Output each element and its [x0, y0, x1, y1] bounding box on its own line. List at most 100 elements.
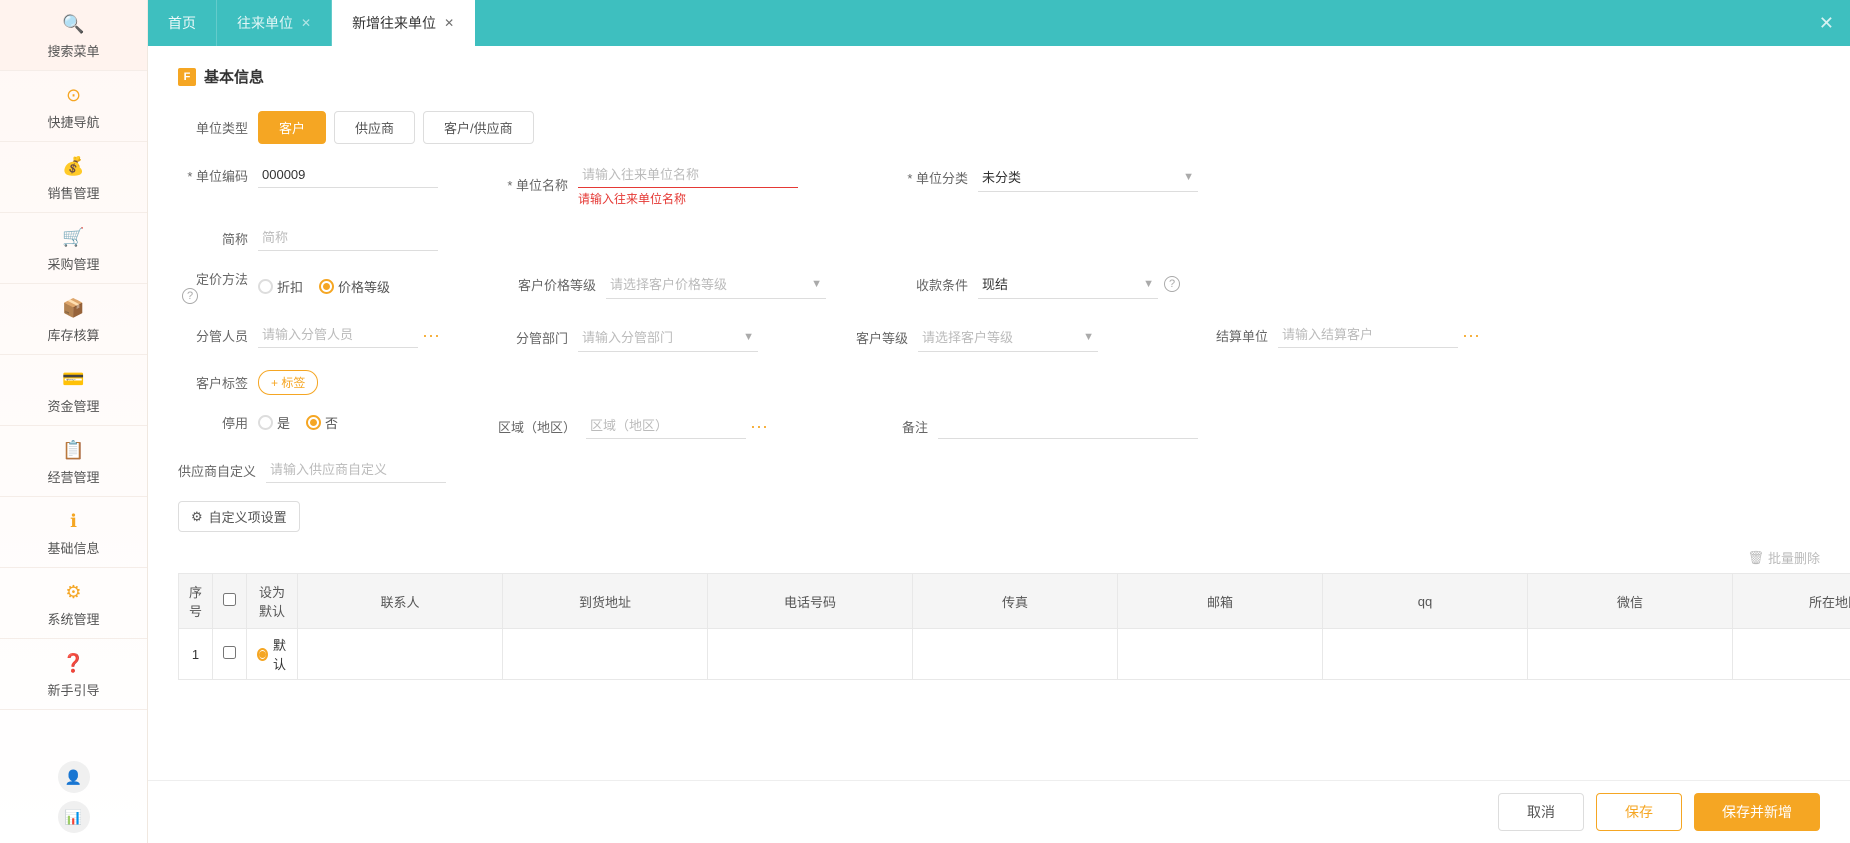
sidebar-item-quicknav[interactable]: ⊙ 快捷导航 — [0, 71, 147, 142]
cell-fax[interactable] — [913, 629, 1118, 680]
settlement-input[interactable] — [1278, 322, 1458, 348]
dept-select[interactable]: 请输入分管部门 ▼ — [578, 322, 758, 352]
system-icon: ⚙ — [65, 582, 81, 603]
save-button[interactable]: 保存 — [1596, 793, 1682, 831]
supplier-custom-input[interactable] — [266, 457, 446, 483]
qq-input[interactable] — [1333, 642, 1517, 667]
area-more-icon[interactable]: ··· — [746, 417, 772, 435]
select-all-checkbox[interactable] — [223, 593, 236, 606]
wechat-input[interactable] — [1538, 642, 1722, 667]
payment-value: 现结 — [982, 274, 1008, 293]
row-tag: 客户标签 + 标签 — [178, 370, 1820, 395]
tab-partner[interactable]: 往来单位 ✕ — [217, 0, 332, 46]
sidebar: 🔍 搜索菜单 ⊙ 快捷导航 💰 销售管理 🛒 采购管理 📦 库存核算 💳 资金管… — [0, 0, 148, 843]
radio-no[interactable]: 否 — [306, 413, 338, 432]
save-new-button[interactable]: 保存并新增 — [1694, 793, 1820, 831]
radio-discount[interactable]: 折扣 — [258, 277, 303, 296]
cell-address[interactable] — [503, 629, 708, 680]
phone-input[interactable] — [718, 642, 902, 667]
sidebar-item-label: 搜索菜单 — [47, 41, 99, 60]
sidebar-item-purchase[interactable]: 🛒 采购管理 — [0, 213, 147, 284]
col-area: 所在地区 — [1733, 574, 1850, 629]
sidebar-item-label: 基础信息 — [47, 538, 99, 557]
btn-supplier[interactable]: 供应商 — [334, 111, 415, 144]
area-table-input[interactable] — [1743, 642, 1850, 667]
col-default: 设为默认 — [247, 574, 298, 629]
customer-level-select[interactable]: 请选择客户等级 ▼ — [918, 322, 1098, 352]
fax-input[interactable] — [923, 642, 1107, 667]
sidebar-item-operations[interactable]: 📋 经营管理 — [0, 426, 147, 497]
contact-input[interactable] — [308, 642, 492, 667]
settlement-more-icon[interactable]: ··· — [1458, 326, 1484, 344]
custom-settings-btn[interactable]: ⚙ 自定义项设置 — [178, 501, 300, 532]
radio-price-level[interactable]: 价格等级 — [319, 277, 390, 296]
supplier-custom-label: 供应商自定义 — [178, 461, 266, 480]
cell-contact[interactable] — [298, 629, 503, 680]
sidebar-item-sales[interactable]: 💰 销售管理 — [0, 142, 147, 213]
section-title-label: 基本信息 — [204, 66, 264, 87]
area-label: 区域（地区） — [498, 417, 586, 436]
settings-bottom-icon[interactable]: 📊 — [58, 801, 90, 833]
note-label: 备注 — [858, 417, 938, 436]
address-input[interactable] — [513, 642, 697, 667]
disabled-radio-group: 是 否 — [258, 413, 338, 432]
cell-qq[interactable] — [1323, 629, 1528, 680]
tab-home[interactable]: 首页 — [148, 0, 217, 46]
btn-customer[interactable]: 客户 — [258, 111, 326, 144]
radio-no-circle — [306, 415, 321, 430]
sidebar-item-basic-info[interactable]: ℹ 基础信息 — [0, 497, 147, 568]
manager-input[interactable] — [258, 322, 418, 348]
btn-both[interactable]: 客户/供应商 — [423, 111, 534, 144]
tab-new-partner-close[interactable]: ✕ — [444, 16, 454, 30]
default-radio[interactable] — [257, 648, 268, 661]
customer-price-arrow: ▼ — [811, 278, 822, 290]
sidebar-item-label: 新手引导 — [47, 680, 99, 699]
form-content: F 基本信息 单位类型 客户 供应商 客户/供应商 * 单位编码 — [148, 46, 1850, 780]
row-manager: 分管人员 ··· 分管部门 请输入分管部门 ▼ 客户等级 请选择客户等级 — [178, 322, 1820, 352]
row-checkbox[interactable] — [223, 646, 236, 659]
manager-more-icon[interactable]: ··· — [418, 326, 444, 344]
batch-delete-label[interactable]: 批量删除 — [1768, 548, 1820, 567]
customer-price-select[interactable]: 请选择客户价格等级 ▼ — [606, 269, 826, 299]
cancel-button[interactable]: 取消 — [1498, 793, 1584, 831]
email-input[interactable] — [1128, 642, 1312, 667]
col-fax: 传真 — [913, 574, 1118, 629]
note-input[interactable] — [938, 413, 1198, 439]
col-address: 到货地址 — [503, 574, 708, 629]
field-payment: 收款条件 现结 ▼ ? — [898, 269, 1278, 299]
sidebar-item-finance[interactable]: 💳 资金管理 — [0, 355, 147, 426]
radio-yes[interactable]: 是 — [258, 413, 290, 432]
payment-label: 收款条件 — [898, 275, 978, 294]
close-all-tabs[interactable]: ✕ — [1803, 0, 1850, 46]
disabled-label: 停用 — [178, 413, 258, 432]
user-avatar[interactable]: 👤 — [58, 761, 90, 793]
code-input[interactable] — [258, 162, 438, 188]
field-manager: 分管人员 ··· — [178, 322, 478, 348]
category-select[interactable]: 未分类 ▼ — [978, 162, 1198, 192]
sidebar-item-label: 资金管理 — [47, 396, 99, 415]
radio-yes-label: 是 — [277, 413, 290, 432]
sidebar-item-search[interactable]: 🔍 搜索菜单 — [0, 0, 147, 71]
default-label: 默认 — [272, 635, 287, 673]
cell-area[interactable] — [1733, 629, 1850, 680]
tab-new-partner[interactable]: 新增往来单位 ✕ — [332, 0, 475, 46]
cell-checkbox[interactable] — [213, 629, 247, 680]
sidebar-item-inventory[interactable]: 📦 库存核算 — [0, 284, 147, 355]
name-input[interactable] — [578, 162, 798, 188]
col-checkbox[interactable] — [213, 574, 247, 629]
payment-select[interactable]: 现结 ▼ — [978, 269, 1158, 299]
add-tag-btn[interactable]: + 标签 — [258, 370, 318, 395]
cell-phone[interactable] — [708, 629, 913, 680]
tab-partner-close[interactable]: ✕ — [301, 16, 311, 30]
customer-price-placeholder: 请选择客户价格等级 — [610, 274, 727, 293]
cell-email[interactable] — [1118, 629, 1323, 680]
cell-wechat[interactable] — [1528, 629, 1733, 680]
payment-help-icon[interactable]: ? — [1164, 276, 1180, 292]
operations-icon: 📋 — [62, 440, 84, 461]
sidebar-item-system[interactable]: ⚙ 系统管理 — [0, 568, 147, 639]
pricing-help-icon[interactable]: ? — [182, 288, 198, 304]
sidebar-item-guide[interactable]: ❓ 新手引导 — [0, 639, 147, 710]
abbr-input[interactable] — [258, 225, 438, 251]
sidebar-item-label: 采购管理 — [47, 254, 99, 273]
area-input[interactable] — [586, 413, 746, 439]
